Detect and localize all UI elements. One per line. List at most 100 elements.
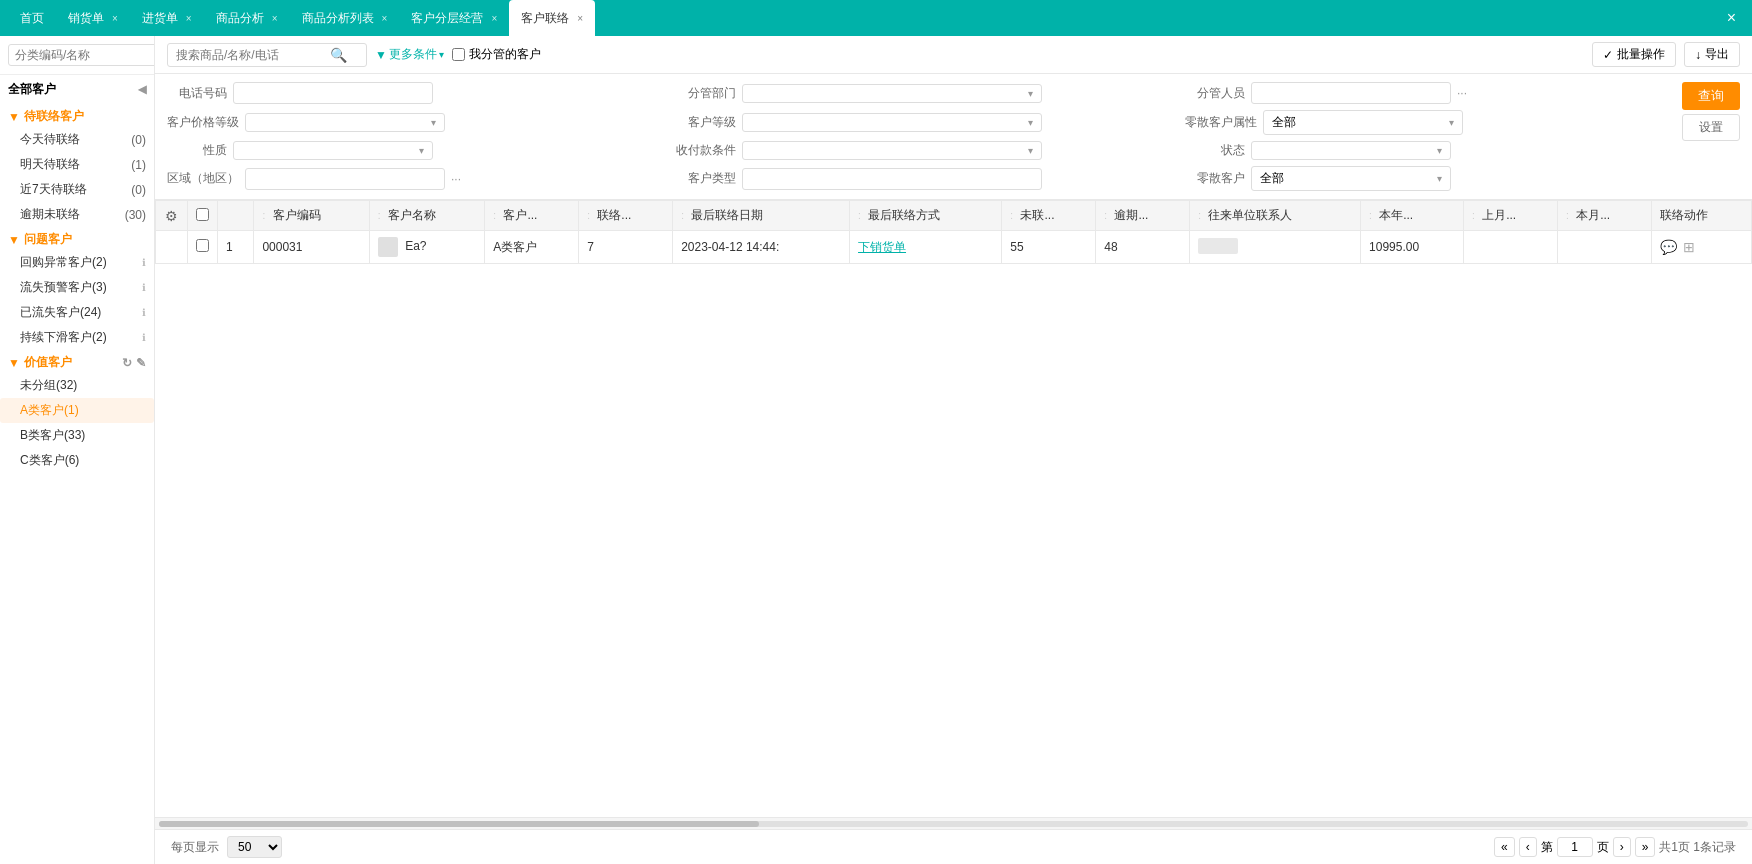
- filter-input-manager[interactable]: [1251, 82, 1451, 104]
- tab-goods-analysis-close[interactable]: ×: [272, 13, 278, 24]
- filter-select-nature[interactable]: ▾: [233, 141, 433, 160]
- unit-contact-placeholder: [1198, 238, 1238, 254]
- my-customers-checkbox[interactable]: 我分管的客户: [452, 46, 541, 63]
- sidebar-item-warning[interactable]: 流失预警客户(3) ℹ: [0, 275, 154, 300]
- filter-select-retail-attr[interactable]: 全部 ▾: [1263, 110, 1463, 135]
- sidebar-item-abnormal-label: 回购异常客户(2): [20, 254, 107, 271]
- filter-select-price-level[interactable]: ▾: [245, 113, 445, 132]
- my-customers-check-input[interactable]: [452, 48, 465, 61]
- sidebar-item-declining-info[interactable]: ℹ: [142, 332, 146, 343]
- filter-select-status[interactable]: ▾: [1251, 141, 1451, 160]
- th-contact[interactable]: : 联络...: [579, 201, 673, 231]
- sidebar-item-overdue[interactable]: 逾期未联络 (30): [0, 202, 154, 227]
- sidebar-item-today[interactable]: 今天待联络 (0): [0, 127, 154, 152]
- filter-search-icon[interactable]: 🔍: [330, 47, 347, 63]
- sidebar-item-abnormal[interactable]: 回购异常客户(2) ℹ: [0, 250, 154, 275]
- sidebar-all-customers[interactable]: 全部客户 ◀: [0, 75, 154, 104]
- filter-search-input[interactable]: [176, 48, 326, 62]
- th-last-month[interactable]: : 上月...: [1464, 201, 1558, 231]
- page-size-select[interactable]: 50 100 200: [227, 836, 282, 858]
- th-check[interactable]: [188, 201, 218, 231]
- td-last-method-link[interactable]: 下销货单: [858, 240, 906, 254]
- th-code[interactable]: : 客户编码: [254, 201, 369, 231]
- tab-goods-analysis[interactable]: 商品分析 ×: [204, 0, 290, 36]
- tab-customer-segment-close[interactable]: ×: [491, 13, 497, 24]
- th-seq: [218, 201, 254, 231]
- td-check[interactable]: [188, 231, 218, 264]
- tab-goods-list[interactable]: 商品分析列表 ×: [290, 0, 400, 36]
- sidebar-item-lost-info[interactable]: ℹ: [142, 307, 146, 318]
- settings-button[interactable]: 设置: [1682, 114, 1740, 141]
- tab-customer-contact-close[interactable]: ×: [577, 13, 583, 24]
- close-all-icon[interactable]: ×: [1719, 9, 1744, 27]
- export-button[interactable]: ↓ 导出: [1684, 42, 1740, 67]
- sidebar-item-c-class[interactable]: C类客户(6): [0, 448, 154, 473]
- sidebar-item-warning-info[interactable]: ℹ: [142, 282, 146, 293]
- action-link-icon[interactable]: ⊞: [1683, 239, 1695, 255]
- filter-more-label: 更多条件: [389, 46, 437, 63]
- th-overdue[interactable]: : 逾期...: [1096, 201, 1190, 231]
- scrollbar-track[interactable]: [159, 821, 1748, 827]
- tab-sales[interactable]: 销货单 ×: [56, 0, 130, 36]
- filter-input-region[interactable]: [245, 168, 445, 190]
- filter-select-payment[interactable]: ▾: [742, 141, 1042, 160]
- tab-home[interactable]: 首页: [8, 0, 56, 36]
- sidebar-item-abnormal-info[interactable]: ℹ: [142, 257, 146, 268]
- tab-goods-list-close[interactable]: ×: [382, 13, 388, 24]
- query-button[interactable]: 查询: [1682, 82, 1740, 110]
- th-type[interactable]: : 客户...: [485, 201, 579, 231]
- filter-icon: ▼: [375, 48, 387, 62]
- sidebar-item-ungroup[interactable]: 未分组(32): [0, 373, 154, 398]
- th-last-date[interactable]: : 最后联络日期: [673, 201, 850, 231]
- sidebar-collapse-icon[interactable]: ◀: [138, 83, 146, 96]
- sidebar-item-a-class-label: A类客户(1): [20, 402, 79, 419]
- sidebar-group-refresh-icon[interactable]: ↻: [122, 356, 132, 370]
- page-next-btn[interactable]: ›: [1613, 837, 1631, 857]
- sidebar-search-input[interactable]: [8, 44, 155, 66]
- page-prev-btn[interactable]: ‹: [1519, 837, 1537, 857]
- sidebar-item-a-class[interactable]: A类客户(1): [0, 398, 154, 423]
- filter-region-dots[interactable]: ···: [451, 172, 461, 186]
- batch-op-button[interactable]: ✓ 批量操作: [1592, 42, 1676, 67]
- sidebar-group-edit-icon[interactable]: ✎: [136, 356, 146, 370]
- tab-purchase[interactable]: 进货单 ×: [130, 0, 204, 36]
- filter-select-dept[interactable]: ▾: [742, 84, 1042, 103]
- sidebar-item-b-class[interactable]: B类客户(33): [0, 423, 154, 448]
- tab-purchase-close[interactable]: ×: [186, 13, 192, 24]
- page-current-input[interactable]: [1557, 837, 1593, 857]
- filter-field-payment: 收付款条件 ▾: [676, 141, 1165, 160]
- filter-select-retail[interactable]: 全部 ▾: [1251, 166, 1451, 191]
- th-this-month[interactable]: : 本月...: [1558, 201, 1652, 231]
- th-name[interactable]: : 客户名称: [369, 201, 484, 231]
- scrollbar-thumb[interactable]: [159, 821, 759, 827]
- filter-select-cust-level[interactable]: ▾: [742, 113, 1042, 132]
- td-last-method[interactable]: 下销货单: [850, 231, 1002, 264]
- filter-select-nature-arrow: ▾: [419, 145, 424, 156]
- sidebar-item-lost[interactable]: 已流失客户(24) ℹ: [0, 300, 154, 325]
- tab-customer-segment[interactable]: 客户分层经营 ×: [399, 0, 509, 36]
- sidebar-item-7days[interactable]: 近7天待联络 (0): [0, 177, 154, 202]
- th-this-month-label: 本月...: [1576, 208, 1610, 222]
- filter-more-btn[interactable]: ▼ 更多条件 ▾: [375, 46, 444, 63]
- sidebar-item-tomorrow[interactable]: 明天待联络 (1): [0, 152, 154, 177]
- sidebar-group-value[interactable]: ▼ 价值客户 ↻ ✎: [0, 350, 154, 373]
- th-last-method[interactable]: : 最后联络方式: [850, 201, 1002, 231]
- page-last-btn[interactable]: »: [1635, 837, 1656, 857]
- select-all-checkbox[interactable]: [196, 208, 209, 221]
- sidebar-group-pending[interactable]: ▼ 待联络客户: [0, 104, 154, 127]
- th-unit-contact[interactable]: : 往来单位联系人: [1190, 201, 1361, 231]
- th-settings[interactable]: ⚙: [156, 201, 188, 231]
- th-no-contact[interactable]: : 未联...: [1002, 201, 1096, 231]
- table-settings-icon[interactable]: ⚙: [165, 208, 178, 224]
- filter-input-cust-type[interactable]: [742, 168, 1042, 190]
- action-message-icon[interactable]: 💬: [1660, 239, 1677, 255]
- sidebar-group-problem[interactable]: ▼ 问题客户: [0, 227, 154, 250]
- filter-manager-dots[interactable]: ···: [1457, 86, 1467, 100]
- th-this-year[interactable]: : 本年...: [1361, 201, 1464, 231]
- page-first-btn[interactable]: «: [1494, 837, 1515, 857]
- tab-customer-contact[interactable]: 客户联络 ×: [509, 0, 595, 36]
- row-checkbox[interactable]: [196, 239, 209, 252]
- tab-sales-close[interactable]: ×: [112, 13, 118, 24]
- filter-input-phone[interactable]: [233, 82, 433, 104]
- sidebar-item-declining[interactable]: 持续下滑客户(2) ℹ: [0, 325, 154, 350]
